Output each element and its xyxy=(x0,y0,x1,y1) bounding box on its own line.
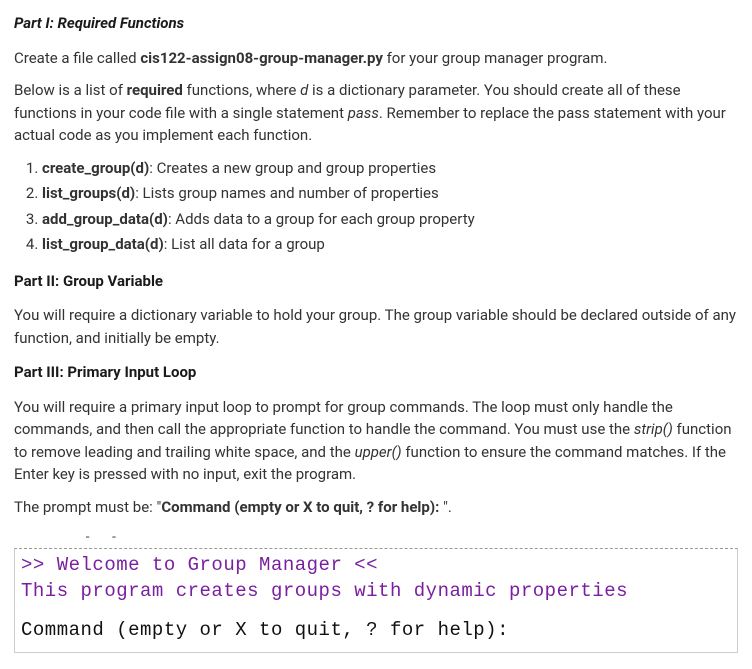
part1-desc-pass: pass xyxy=(348,104,379,122)
dash-decoration: - - xyxy=(84,528,738,546)
part1-title: Part I: Required Functions xyxy=(14,12,738,35)
part2-text: You will require a dictionary variable t… xyxy=(14,304,738,349)
terminal-line3: Command (empty or X to quit, ? for help)… xyxy=(21,618,731,644)
list-item: add_group_data(d): Adds data to a group … xyxy=(42,208,738,231)
terminal-output: >> Welcome to Group Manager << This prog… xyxy=(14,548,738,653)
part1-desc: Below is a list of required functions, w… xyxy=(14,79,738,147)
fn-upper: upper() xyxy=(355,443,402,461)
part3-text-a: You will require a primary input loop to… xyxy=(14,398,673,439)
part3-prompt: The prompt must be: "Command (empty or X… xyxy=(14,496,738,519)
part1-intro-b: for your group manager program. xyxy=(383,49,608,67)
part1-desc-required: required xyxy=(127,81,183,99)
part1-intro-a: Create a file called xyxy=(14,49,140,67)
list-item: create_group(d): Creates a new group and… xyxy=(42,157,738,180)
fn-desc: : Creates a new group and group properti… xyxy=(149,159,436,177)
fn-name: add_group_data(d) xyxy=(42,210,168,228)
list-item: list_groups(d): Lists group names and nu… xyxy=(42,182,738,205)
part3-prompt-bold: Command (empty or X to quit, ? for help)… xyxy=(161,498,443,516)
fn-name: list_groups(d) xyxy=(42,184,135,202)
fn-name: list_group_data(d) xyxy=(42,235,164,253)
part3-prompt-a: The prompt must be: " xyxy=(14,498,161,516)
list-item: list_group_data(d): List all data for a … xyxy=(42,233,738,256)
fn-strip: strip() xyxy=(634,420,673,438)
part2-title: Part II: Group Variable xyxy=(14,270,738,293)
function-list: create_group(d): Creates a new group and… xyxy=(14,157,738,256)
fn-desc: : List all data for a group xyxy=(164,235,325,253)
fn-desc: : Adds data to a group for each group pr… xyxy=(168,210,475,228)
part3-title: Part III: Primary Input Loop xyxy=(14,361,738,384)
part1-intro-file: cis122-assign08-group-manager.py xyxy=(140,49,383,67)
part3-prompt-b: ". xyxy=(443,498,452,516)
part1-desc-b: functions, where xyxy=(183,81,300,99)
terminal-line1: >> Welcome to Group Manager << xyxy=(21,553,731,579)
terminal-line2: This program creates groups with dynamic… xyxy=(21,579,731,605)
fn-name: create_group(d) xyxy=(42,159,149,177)
part1-desc-a: Below is a list of xyxy=(14,81,127,99)
part1-intro: Create a file called cis122-assign08-gro… xyxy=(14,47,738,70)
part3-text: You will require a primary input loop to… xyxy=(14,396,738,486)
fn-desc: : Lists group names and number of proper… xyxy=(135,184,439,202)
